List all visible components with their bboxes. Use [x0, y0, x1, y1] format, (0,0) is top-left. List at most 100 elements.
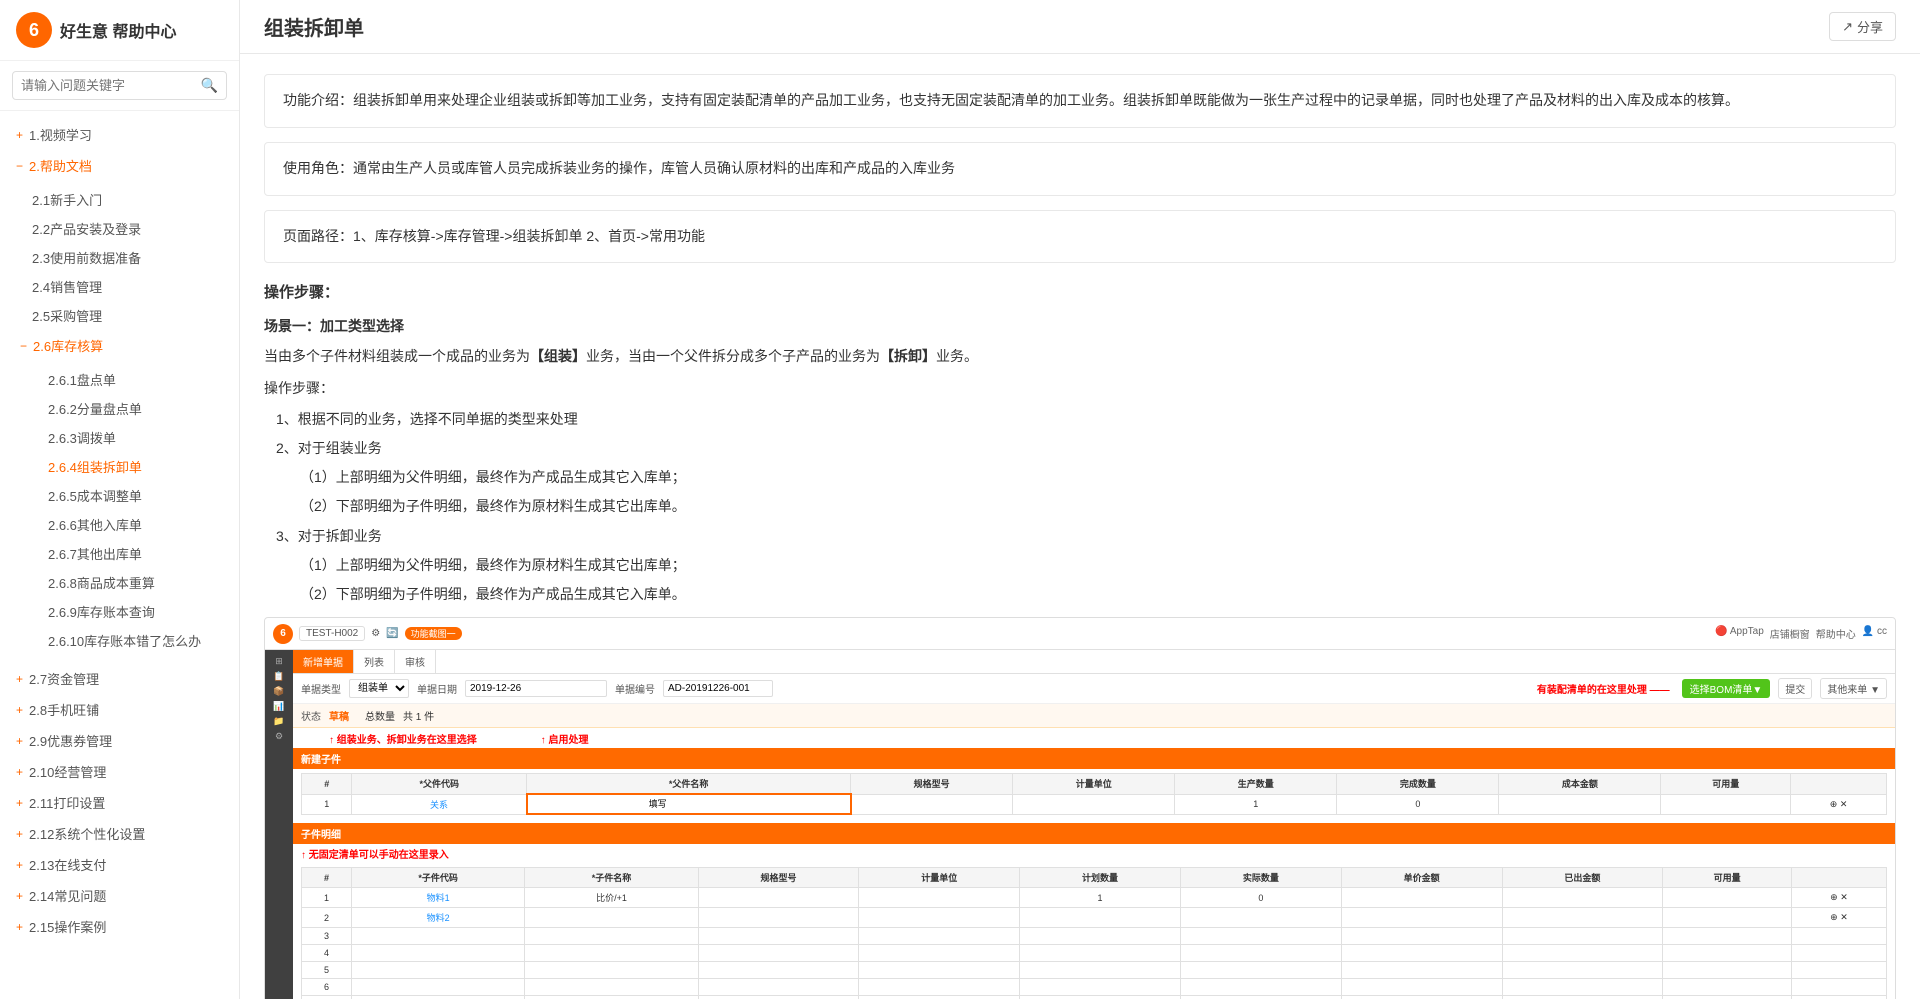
form-submit-btn[interactable]: 提交 [1778, 678, 1812, 699]
screenshot-sidebar-icon-2[interactable]: 📋 [273, 671, 284, 682]
steps-list: 1、根据不同的业务，选择不同单据的类型来处理 2、对于组装业务 （1）上部明细为… [276, 407, 1896, 607]
screenshot-sidebar-icon-6[interactable]: ⚙ [275, 731, 283, 742]
sidebar-item-sales[interactable]: 2.4销售管理 [0, 272, 239, 301]
child-cell-2-actual [1180, 908, 1341, 928]
sidebar-item-settings[interactable]: + 2.12系统个性化设置 [0, 818, 239, 849]
expand-icon-1: + [16, 128, 23, 142]
path-intro-text: 页面路径：1、库存核算->库存管理->组装拆卸单 2、首页->常用功能 [283, 228, 705, 244]
child-col-plan: 计划数量 [1020, 868, 1181, 888]
screenshot-sidebar-icon-3[interactable]: 📦 [273, 686, 284, 697]
expand-icon-210: + [16, 765, 23, 779]
child-cell-2-plan [1020, 908, 1181, 928]
parent-col-unit: 计量单位 [1013, 774, 1175, 795]
role-intro-text: 使用角色：通常由生产人员或库管人员完成拆装业务的操作，库管人员确认原材料的出库和… [283, 160, 955, 176]
parent-col-done: 完成数量 [1337, 774, 1499, 795]
step-3: 3、对于拆卸业务 [276, 524, 1896, 549]
sidebar-item-cases[interactable]: + 2.15操作案例 [0, 911, 239, 942]
child-row2-delete[interactable]: ✕ [1840, 912, 1848, 922]
sidebar-item-transfer[interactable]: 2.6.3调拨单 [0, 423, 239, 452]
sidebar-item-faq[interactable]: + 2.14常见问题 [0, 880, 239, 911]
sidebar-item-assembly[interactable]: 2.6.4组装拆卸单 [0, 452, 239, 481]
child-cell-2-avail [1663, 908, 1792, 928]
screenshot-child-table: # *子件代码 *子件名称 规格型号 计量单位 计划数量 实际数量 单价金额 已… [293, 863, 1895, 999]
screenshot-sidebar-icon-5[interactable]: 📁 [273, 716, 284, 727]
sidebar-section-29-label: 2.9优惠券管理 [29, 731, 112, 750]
expand-icon-215: + [16, 920, 23, 934]
scene1-heading: 场景一：加工类型选择 [264, 316, 1896, 336]
parent-name-input[interactable] [649, 799, 729, 809]
child-col-price: 单价金额 [1341, 868, 1502, 888]
sidebar-item-help-docs[interactable]: − 2.帮助文档 [0, 150, 239, 181]
expand-icon-28: + [16, 703, 23, 717]
parent-col-no: # [302, 774, 352, 795]
screenshot-form-row2: 状态 草稿 总数量 共 1 件 [293, 704, 1895, 728]
sidebar-item-other-in[interactable]: 2.6.6其他入库单 [0, 510, 239, 539]
assembly-step-1: （1）上部明细为父件明细，最终作为产成品生成其它入库单； [300, 465, 1896, 490]
screenshot-help: 帮助中心 [1816, 626, 1856, 641]
form-bill-input[interactable] [663, 680, 773, 697]
sidebar-section-213-label: 2.13在线支付 [29, 855, 106, 874]
expand-icon-27: + [16, 672, 23, 686]
form-date-input[interactable] [465, 680, 607, 697]
screenshot-brand: 6 [273, 624, 293, 644]
sidebar-item-stock-ledger[interactable]: 2.6.9库存账本查询 [0, 597, 239, 626]
sidebar-item-finance[interactable]: + 2.7资金管理 [0, 663, 239, 694]
expand-icon-214: + [16, 889, 23, 903]
child-row2-copy[interactable]: ⊕ [1830, 912, 1838, 922]
child-col-spec: 规格型号 [698, 868, 859, 888]
sidebar-item-other-out[interactable]: 2.6.7其他出库单 [0, 539, 239, 568]
sidebar-item-cost-adjust[interactable]: 2.6.5成本调整单 [0, 481, 239, 510]
search-area: 🔍 [0, 61, 239, 111]
expand-icon-213: + [16, 858, 23, 872]
sidebar-item-inventory-check[interactable]: 2.6.1盘点单 [0, 365, 239, 394]
sidebar-item-videos[interactable]: + 1.视频学习 [0, 119, 239, 150]
child-row-7: 7 [302, 996, 1887, 999]
sidebar-item-install[interactable]: 2.2产品安装及登录 [0, 214, 239, 243]
page-title: 组装拆卸单 [264, 12, 364, 41]
nav-sub-2: 2.1新手入门 2.2产品安装及登录 2.3使用前数据准备 2.4销售管理 2.… [0, 181, 239, 663]
sidebar-item-coupon[interactable]: + 2.9优惠券管理 [0, 725, 239, 756]
sidebar-item-newbie[interactable]: 2.1新手入门 [0, 185, 239, 214]
parent-cell-done: 0 [1337, 794, 1499, 814]
screenshot-tab-list[interactable]: 列表 [354, 650, 395, 673]
parent-row-copy-icon[interactable]: ⊕ [1830, 799, 1838, 809]
sidebar-item-cost-recalc[interactable]: 2.6.8商品成本重算 [0, 568, 239, 597]
screenshot-user: 👤 cc [1862, 626, 1887, 641]
screenshot-topbar-right: 🔴 AppTap 店铺橱窗 帮助中心 👤 cc [1715, 626, 1887, 641]
form-status-value: 草稿 [329, 708, 349, 723]
logo-icon: 6 [16, 12, 52, 48]
step-2: 2、对于组装业务 [276, 436, 1896, 461]
sidebar-item-print[interactable]: + 2.11打印设置 [0, 787, 239, 818]
sidebar-item-inventory[interactable]: − 2.6库存核算 [0, 330, 239, 361]
screenshot-tab-new[interactable]: 新增单据 [293, 650, 354, 673]
parent-row-delete-icon[interactable]: ✕ [1840, 799, 1848, 809]
parent-cell-code: 关系 [352, 794, 527, 814]
sidebar-item-management[interactable]: + 2.10经营管理 [0, 756, 239, 787]
search-icon[interactable]: 🔍 [201, 77, 218, 94]
child-cell-1-code: 物料1 [352, 888, 525, 908]
sidebar-item-data-prep[interactable]: 2.3使用前数据准备 [0, 243, 239, 272]
screenshot-tab-review[interactable]: 审核 [395, 650, 436, 673]
child-row1-delete[interactable]: ✕ [1840, 892, 1848, 902]
form-bom-select-btn[interactable]: 选择BOM清单▼ [1682, 679, 1771, 698]
screenshot-manual-annotation: ↑ 无固定清单可以手动在这里录入 [293, 844, 1895, 863]
child-row-4: 4 [302, 945, 1887, 962]
expand-icon-29: + [16, 734, 23, 748]
sidebar-item-purchase[interactable]: 2.5采购管理 [0, 301, 239, 330]
screenshot-annotation-row: ↑ 组装业务、拆卸业务在这里选择 ↑ 启用处理 [293, 728, 1895, 748]
form-type-select[interactable]: 组装单 拆卸单 [349, 679, 409, 698]
sidebar-section-27-label: 2.7资金管理 [29, 669, 99, 688]
form-other-btn[interactable]: 其他来单 ▼ [1820, 678, 1887, 699]
child-row1-copy[interactable]: ⊕ [1830, 892, 1838, 902]
sidebar-item-inventory-check2[interactable]: 2.6.2分量盘点单 [0, 394, 239, 423]
sidebar-item-payment[interactable]: + 2.13在线支付 [0, 849, 239, 880]
sidebar-item-mobile[interactable]: + 2.8手机旺铺 [0, 694, 239, 725]
step-1: 1、根据不同的业务，选择不同单据的类型来处理 [276, 407, 1896, 432]
share-button[interactable]: ↗ 分享 [1829, 12, 1896, 41]
screenshot-gear-icon: ⚙ [371, 628, 380, 639]
screenshot-sidebar-icon-1[interactable]: ⊞ [275, 656, 283, 667]
screenshot-sidebar-icon-4[interactable]: 📊 [273, 701, 284, 712]
sidebar-item-stock-error[interactable]: 2.6.10库存账本错了怎么办 [0, 626, 239, 655]
search-input[interactable] [21, 78, 201, 93]
child-col-code: *子件代码 [352, 868, 525, 888]
